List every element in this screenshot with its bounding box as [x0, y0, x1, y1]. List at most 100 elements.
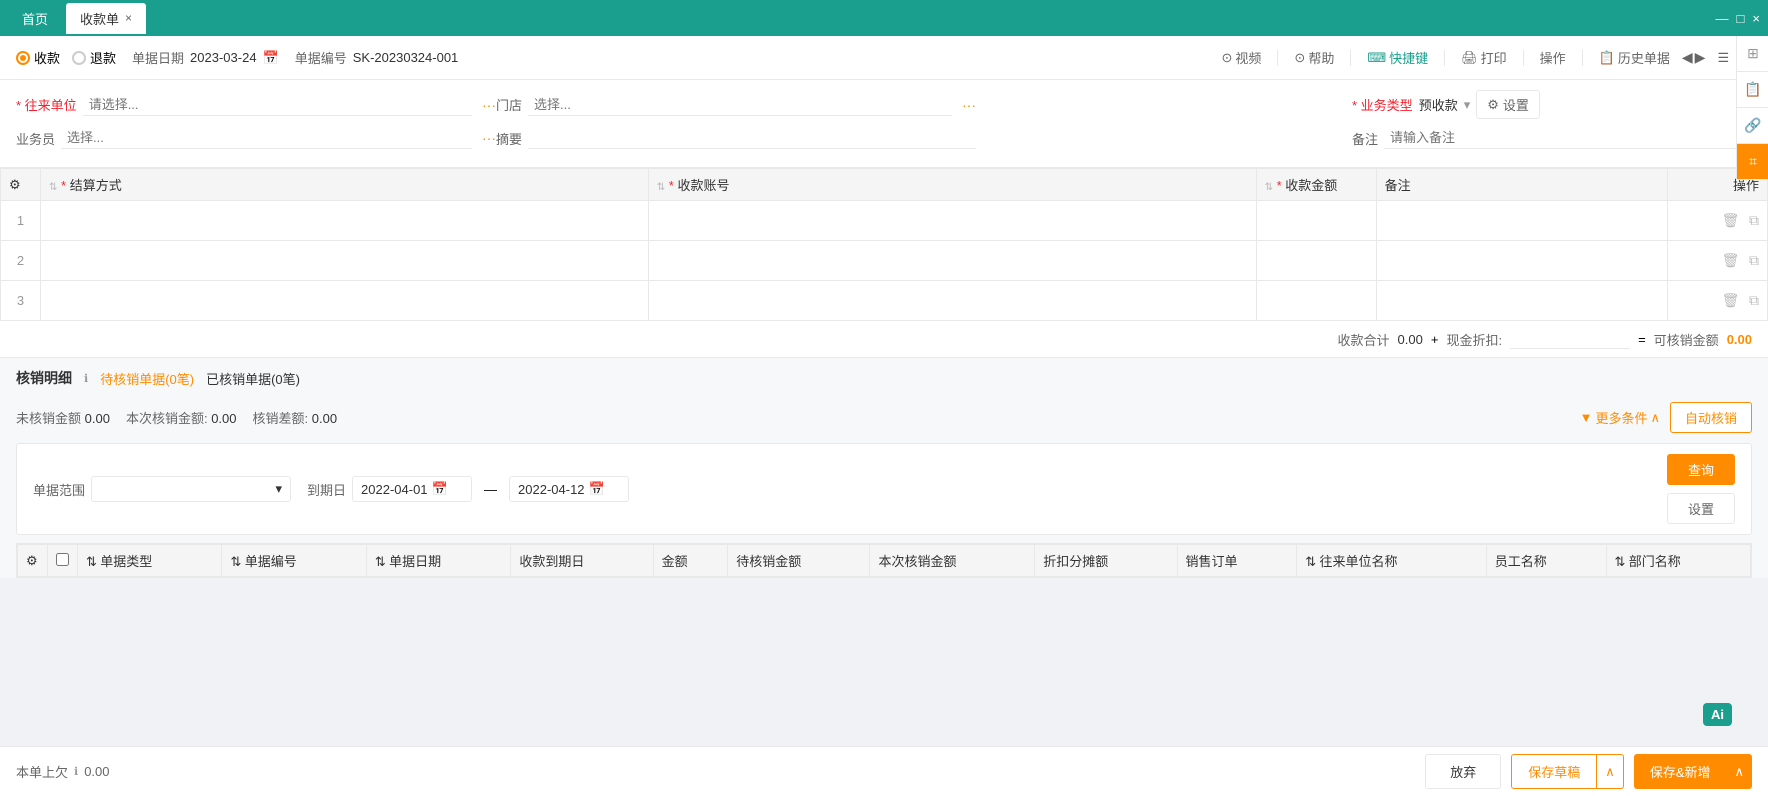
- more-conditions-btn[interactable]: ▼ 更多条件 ∧: [1580, 408, 1660, 427]
- sidebar-icon-4[interactable]: ⌗: [1737, 144, 1768, 180]
- row-3-delete-icon[interactable]: 🗑: [1722, 292, 1740, 308]
- video-icon: ⊙: [1222, 50, 1233, 66]
- radio-refund[interactable]: 退款: [72, 48, 116, 67]
- setting-icon: ⚙: [1487, 97, 1499, 113]
- info-icon[interactable]: ℹ: [74, 765, 78, 778]
- writeoff-actions: ▼ 更多条件 ∧ 自动核销: [1580, 402, 1752, 433]
- store-input[interactable]: [528, 94, 952, 116]
- sidebar-icon-1[interactable]: ⊞: [1737, 36, 1768, 72]
- doc-range-select[interactable]: ▾: [91, 476, 291, 502]
- footer-actions: 放弃 保存草稿 ∧ 保存&新增 ∧: [1425, 754, 1752, 789]
- staff-input[interactable]: [61, 127, 472, 149]
- query-btn[interactable]: 查询: [1667, 454, 1735, 485]
- counterpart-more-btn[interactable]: ···: [482, 97, 496, 113]
- col-settings-wo[interactable]: ⚙: [18, 545, 48, 577]
- window-minimize-icon[interactable]: —: [1716, 11, 1729, 26]
- form-setting-btn[interactable]: ⚙ 设置: [1476, 90, 1540, 119]
- note-input[interactable]: [1384, 127, 1752, 149]
- doc-number-value[interactable]: SK-20230324-001: [353, 50, 459, 65]
- action-print[interactable]: 🖨 打印: [1461, 48, 1507, 67]
- tab-bar: 首页 收款单 × — □ ×: [0, 0, 1768, 36]
- row-1-delete-icon[interactable]: 🗑: [1722, 212, 1740, 228]
- row-3-amount[interactable]: [1256, 281, 1376, 321]
- row-2-account[interactable]: [648, 241, 1256, 281]
- table-row: 2 🗑 ⧉: [1, 241, 1768, 281]
- business-type-label: 业务类型: [1352, 95, 1413, 114]
- action-video[interactable]: ⊙ 视频: [1222, 48, 1262, 67]
- action-shortcut[interactable]: ⌨ 快捷键: [1367, 48, 1428, 67]
- action-help[interactable]: ⊙ 帮助: [1294, 48, 1334, 67]
- tab-done[interactable]: 已核销单据(0笔): [206, 369, 300, 388]
- row-1-note[interactable]: [1376, 201, 1667, 241]
- filter-action-btns: 查询 设置: [1667, 454, 1735, 524]
- current-stat: 本次核销金额: 0.00: [126, 408, 237, 427]
- col-checkbox-wo[interactable]: [48, 545, 78, 577]
- sidebar-icon-2[interactable]: 📋: [1737, 72, 1768, 108]
- writeoff-table: ⚙ ⇅ 单据类型 ⇅ 单据编号 ⇅ 单据日期: [17, 544, 1751, 577]
- col-doc-type-wo: ⇅ 单据类型: [78, 545, 222, 577]
- calendar-icon[interactable]: 📅: [263, 50, 279, 66]
- row-1-account[interactable]: [648, 201, 1256, 241]
- settings-btn[interactable]: 设置: [1667, 493, 1735, 524]
- action-operate[interactable]: 操作: [1540, 48, 1566, 67]
- row-2-delete-icon[interactable]: 🗑: [1722, 252, 1740, 268]
- discount-input[interactable]: [1510, 329, 1630, 349]
- date-to-input[interactable]: 2022-04-12 📅: [509, 476, 629, 502]
- writeoff-info-icon[interactable]: ℹ: [84, 372, 88, 385]
- select-all-checkbox[interactable]: [56, 553, 69, 566]
- row-1-amount[interactable]: [1256, 201, 1376, 241]
- row-3-copy-icon[interactable]: ⧉: [1749, 292, 1759, 308]
- tab-pending[interactable]: 待核销单据(0笔): [100, 369, 194, 388]
- summary-input[interactable]: [528, 127, 976, 149]
- tab-close-icon[interactable]: ×: [125, 11, 132, 25]
- business-type-arrow[interactable]: ▾: [1464, 97, 1471, 113]
- col-account-header: ⇅ * 收款账号: [648, 169, 1256, 201]
- doc-date-label: 单据日期: [132, 48, 184, 67]
- doc-number-field: 单据编号 SK-20230324-001: [295, 48, 459, 67]
- discard-btn[interactable]: 放弃: [1425, 754, 1501, 789]
- ai-badge[interactable]: Ai: [1703, 703, 1732, 726]
- row-3-note[interactable]: [1376, 281, 1667, 321]
- row-2-note[interactable]: [1376, 241, 1667, 281]
- list-view-icon[interactable]: ☰: [1717, 50, 1729, 66]
- save-draft-arrow-btn[interactable]: ∧: [1597, 754, 1624, 789]
- save-draft-btn[interactable]: 保存草稿: [1511, 754, 1597, 789]
- auto-cancel-btn[interactable]: 自动核销: [1670, 402, 1752, 433]
- action-history[interactable]: 📋 历史单据: [1599, 48, 1670, 67]
- date-from-input[interactable]: 2022-04-01 📅: [352, 476, 472, 502]
- save-new-btn[interactable]: 保存&新增: [1634, 754, 1727, 789]
- radio-receipt[interactable]: 收款: [16, 48, 60, 67]
- window-maximize-icon[interactable]: □: [1737, 11, 1745, 26]
- col-amount-header: ⇅ * 收款金额: [1256, 169, 1376, 201]
- row-2-settlement[interactable]: [41, 241, 649, 281]
- doc-date-field: 单据日期 2023-03-24 📅: [132, 48, 279, 67]
- calendar-to-icon: 📅: [589, 481, 605, 497]
- row-3-settlement[interactable]: [41, 281, 649, 321]
- tab-receipt[interactable]: 收款单 ×: [66, 3, 146, 34]
- divider-5: [1582, 50, 1583, 66]
- row-1-settlement[interactable]: [41, 201, 649, 241]
- save-new-arrow-btn[interactable]: ∧: [1726, 754, 1752, 789]
- save-draft-group: 保存草稿 ∧: [1511, 754, 1624, 789]
- col-amount-wo: 金额: [653, 545, 728, 577]
- col-settings-header[interactable]: ⚙: [1, 169, 41, 201]
- sidebar-icon-3[interactable]: 🔗: [1737, 108, 1768, 144]
- row-2-copy-icon[interactable]: ⧉: [1749, 252, 1759, 268]
- store-more-btn[interactable]: ···: [962, 97, 976, 113]
- col-pending-amount-wo: 待核销金额: [728, 545, 870, 577]
- row-1-copy-icon[interactable]: ⧉: [1749, 212, 1759, 228]
- row-3-account[interactable]: [648, 281, 1256, 321]
- nav-prev[interactable]: ◀: [1682, 49, 1693, 66]
- doc-date-value[interactable]: 2023-03-24: [190, 50, 257, 65]
- col-sales-order-wo: 销售订单: [1177, 545, 1297, 577]
- window-close-icon[interactable]: ×: [1752, 11, 1760, 26]
- row-2-amount[interactable]: [1256, 241, 1376, 281]
- form-row-1: 往来单位 ··· 门店 ··· 业务类型 预收款 ▾ ⚙ 设置: [16, 90, 1752, 119]
- staff-more-btn[interactable]: ···: [482, 130, 496, 146]
- total-label: 收款合计: [1338, 330, 1390, 349]
- col-due-date-wo: 收款到期日: [511, 545, 653, 577]
- nav-next[interactable]: ▶: [1695, 49, 1706, 66]
- counterpart-label: 往来单位: [16, 95, 77, 114]
- counterpart-input[interactable]: [83, 94, 472, 116]
- tab-home[interactable]: 首页: [8, 3, 62, 34]
